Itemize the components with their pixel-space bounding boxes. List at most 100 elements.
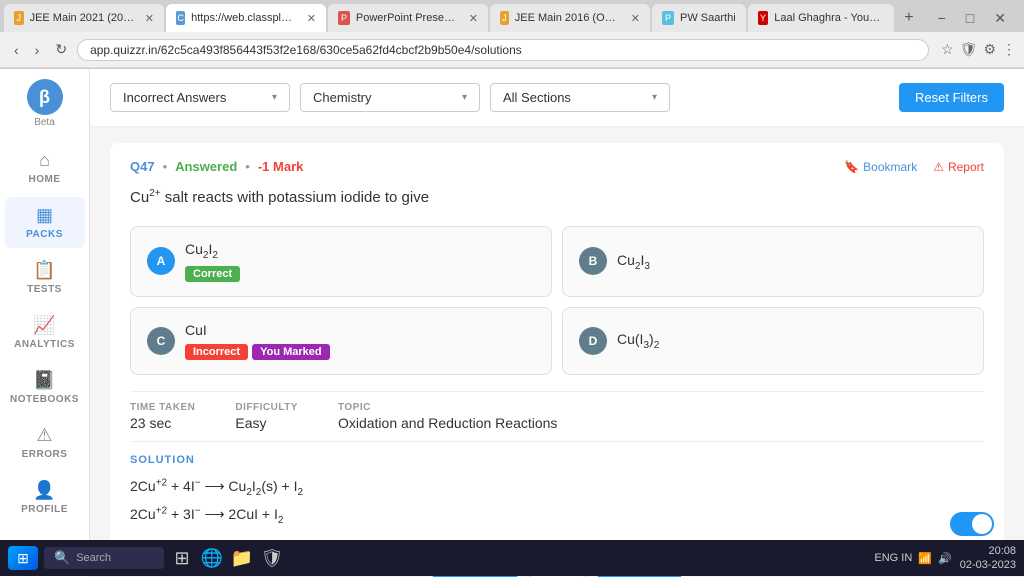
search-icon: 🔍	[54, 550, 70, 566]
address-text: app.quizzr.in/62c5ca493f856443f53f2e168/…	[90, 43, 916, 57]
tab-3-close[interactable]: ✕	[469, 12, 478, 25]
sidebar-item-notebooks[interactable]: 📓 NOTEBOOKS	[5, 362, 85, 413]
tab-4-favicon: J	[500, 11, 509, 25]
sidebar-item-profile[interactable]: 👤 PROFILE	[5, 472, 85, 523]
option-c[interactable]: C CuI Incorrect You Marked	[130, 307, 552, 375]
filter-bar: Incorrect Answers ▾ Chemistry ▾ All Sect…	[90, 69, 1024, 127]
volume-icon: 🔊	[938, 552, 952, 565]
toggle-knob	[972, 514, 992, 534]
tests-label: TESTS	[27, 284, 62, 295]
option-c-formula: CuI	[185, 322, 330, 338]
question-container: Q47 • Answered • -1 Mark 🔖 Bookmark ⚠ Re…	[110, 143, 1004, 546]
taskbar-search-label: Search	[76, 552, 111, 564]
question-meta: Q47 • Answered • -1 Mark 🔖 Bookmark ⚠ Re…	[130, 159, 984, 174]
option-c-content: CuI Incorrect You Marked	[185, 322, 330, 360]
lang-indicator: ENG IN	[874, 552, 912, 564]
stat-time: TIME TAKEN 23 sec	[130, 402, 195, 431]
nav-controls: ‹ › ↻ app.quizzr.in/62c5ca493f856443f53f…	[0, 32, 1024, 68]
refresh-button[interactable]: ↻	[49, 37, 73, 62]
bookmark-icon-btn: 🔖	[844, 160, 859, 174]
windows-icon: ⊞	[17, 550, 29, 567]
option-b-content: Cu2I3	[617, 252, 650, 272]
filter-type-label: Incorrect Answers	[123, 90, 226, 105]
taskbar-icon-3[interactable]: 📁	[230, 546, 254, 570]
stat-topic: TOPIC Oxidation and Reduction Reactions	[338, 402, 557, 431]
tab-1-close[interactable]: ✕	[145, 12, 154, 25]
option-a-content: Cu2I2 Correct	[185, 241, 240, 283]
packs-label: PACKS	[26, 229, 63, 240]
address-bar[interactable]: app.quizzr.in/62c5ca493f856443f53f2e168/…	[77, 39, 929, 61]
topic-value: Oxidation and Reduction Reactions	[338, 415, 557, 431]
report-button[interactable]: ⚠ Report	[933, 160, 984, 174]
sidebar-item-errors[interactable]: ⚠ ERRORS	[5, 417, 85, 468]
solution-section: SOLUTION 2Cu+2 + 4I− ⟶ Cu2I2(s) + I2 2Cu…	[130, 454, 984, 530]
report-label: Report	[948, 160, 984, 174]
tab-3-label: PowerPoint Presentation	[356, 12, 459, 24]
option-c-circle: C	[147, 327, 175, 355]
tab-1[interactable]: J JEE Main 2021 (20 Jul Shift 2... ✕	[4, 4, 164, 32]
bookmark-icon[interactable]: ☆	[941, 41, 954, 58]
option-d-content: Cu(I3)2	[617, 331, 659, 351]
tab-1-label: JEE Main 2021 (20 Jul Shift 2...	[30, 12, 135, 24]
difficulty-label: DIFFICULTY	[235, 402, 298, 413]
reset-filters-button[interactable]: Reset Filters	[899, 83, 1004, 112]
option-c-badges: Incorrect You Marked	[185, 344, 330, 360]
app-layout: β Beta ⌂ HOME ▦ PACKS 📋 TESTS 📈 ANALYTIC…	[0, 69, 1024, 577]
tab-2-label: https://web.classplusapp.com/n...	[191, 12, 297, 24]
option-b[interactable]: B Cu2I3	[562, 226, 984, 298]
tab-4-close[interactable]: ✕	[631, 12, 640, 25]
bookmark-button[interactable]: 🔖 Bookmark	[844, 160, 917, 174]
filter-type-arrow: ▾	[272, 92, 277, 103]
filter-section-label: All Sections	[503, 90, 571, 105]
tab-5-label: PW Saarthi	[680, 12, 736, 24]
filter-section-dropdown[interactable]: All Sections ▾	[490, 83, 670, 112]
tab-2-close[interactable]: ✕	[307, 12, 316, 25]
toggle-switch[interactable]	[950, 512, 994, 536]
sidebar-item-packs[interactable]: ▦ PACKS	[5, 197, 85, 248]
solution-line2: 2Cu+2 + 3I− ⟶ 2CuI + I2	[130, 502, 984, 530]
taskbar-icon-4[interactable]: 🛡	[260, 546, 284, 570]
topic-label: TOPIC	[338, 402, 557, 413]
tab-5[interactable]: P PW Saarthi	[652, 4, 746, 32]
taskbar-icon-2[interactable]: 🌐	[200, 546, 224, 570]
question-text: Cu2+ salt reacts with potassium iodide t…	[130, 186, 984, 210]
bookmark-report-area: 🔖 Bookmark ⚠ Report	[844, 160, 984, 174]
extensions-icon[interactable]: ⚙	[983, 41, 996, 58]
toggle-container	[950, 512, 994, 536]
notebooks-label: NOTEBOOKS	[10, 394, 79, 405]
tab-1-favicon: J	[14, 11, 24, 25]
taskbar-icon-1[interactable]: ⊞	[170, 546, 194, 570]
option-d[interactable]: D Cu(I3)2	[562, 307, 984, 375]
wifi-icon: 📶	[918, 552, 932, 565]
sidebar-item-home[interactable]: ⌂ HOME	[5, 142, 85, 193]
filter-subject-dropdown[interactable]: Chemistry ▾	[300, 83, 480, 112]
maximize-button[interactable]: □	[960, 6, 980, 31]
tab-4[interactable]: J JEE Main 2016 (Online) 10th Apr... ✕	[490, 4, 650, 32]
correct-badge: Correct	[185, 266, 240, 282]
clock: 20:08 02-03-2023	[960, 544, 1016, 573]
shield-icon[interactable]: 🛡	[960, 41, 978, 58]
sidebar-item-tests[interactable]: 📋 TESTS	[5, 252, 85, 303]
option-d-formula: Cu(I3)2	[617, 331, 659, 351]
logo-icon: β	[27, 79, 63, 115]
menu-icon[interactable]: ⋮	[1002, 41, 1016, 58]
filter-type-dropdown[interactable]: Incorrect Answers ▾	[110, 83, 290, 112]
forward-button[interactable]: ›	[29, 38, 46, 62]
taskbar-search[interactable]: 🔍 Search	[44, 547, 164, 569]
tab-3[interactable]: P PowerPoint Presentation ✕	[328, 4, 488, 32]
home-label: HOME	[29, 174, 61, 185]
tab-2[interactable]: C https://web.classplusapp.com/n... ✕	[166, 4, 326, 32]
close-button[interactable]: ✕	[988, 6, 1012, 31]
start-button[interactable]: ⊞	[8, 546, 38, 570]
packs-icon: ▦	[36, 205, 53, 226]
sidebar-item-analytics[interactable]: 📈 ANALYTICS	[5, 307, 85, 358]
option-a[interactable]: A Cu2I2 Correct	[130, 226, 552, 298]
back-button[interactable]: ‹	[8, 38, 25, 62]
option-b-circle: B	[579, 247, 607, 275]
tab-6[interactable]: Y Laal Ghaghra - YouTube Mu...	[748, 4, 895, 32]
options-grid: A Cu2I2 Correct B Cu2I3	[130, 226, 984, 376]
new-tab-button[interactable]: +	[896, 5, 921, 31]
minimize-button[interactable]: −	[932, 6, 952, 31]
solution-label: SOLUTION	[130, 454, 984, 466]
solution-text: 2Cu+2 + 4I− ⟶ Cu2I2(s) + I2 2Cu+2 + 3I− …	[130, 474, 984, 530]
